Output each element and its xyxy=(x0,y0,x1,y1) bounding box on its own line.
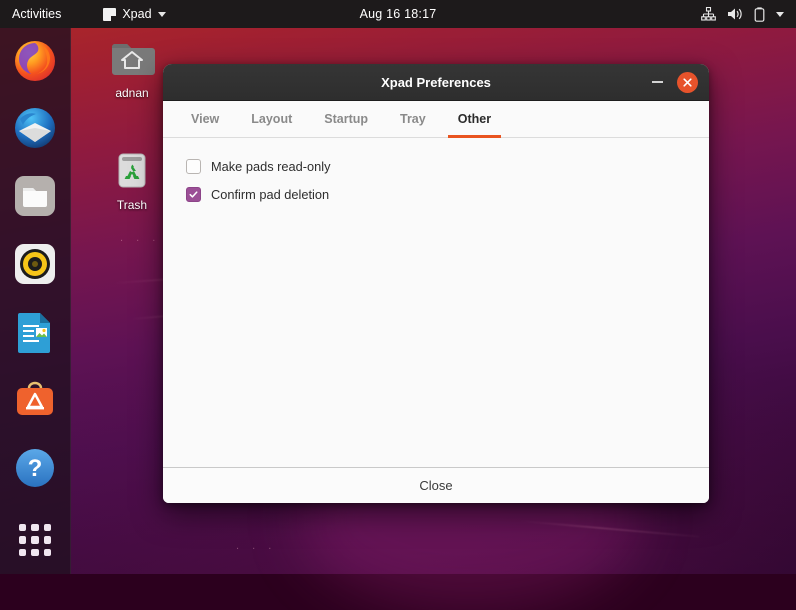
tab-panel-other: Make pads read-only Confirm pad deletion xyxy=(163,138,709,467)
app-menu-label: Xpad xyxy=(122,7,152,21)
folder-home-icon xyxy=(92,34,172,82)
app-menu-xpad[interactable]: Xpad xyxy=(95,0,173,28)
option-label: Confirm pad deletion xyxy=(211,186,330,202)
desktop-icon-trash[interactable]: Trash xyxy=(92,146,172,212)
xpad-preferences-dialog: Xpad Preferences View Layout Startup Tra… xyxy=(163,64,709,503)
ubuntu-software-icon xyxy=(17,381,53,415)
tab-view[interactable]: View xyxy=(175,101,235,137)
option-confirm-pad-deletion[interactable]: Confirm pad deletion xyxy=(186,182,709,206)
svg-text:?: ? xyxy=(28,455,43,482)
tab-label: Other xyxy=(457,112,492,126)
volume-icon xyxy=(727,7,743,21)
grid-dot xyxy=(43,536,51,544)
option-make-pads-read-only[interactable]: Make pads read-only xyxy=(186,154,709,178)
grid-dot xyxy=(43,524,51,532)
tab-label: View xyxy=(191,112,220,126)
checkbox-make-pads-read-only[interactable] xyxy=(186,158,201,174)
desktop-icon-label: adnan xyxy=(115,86,149,100)
dialog-titlebar[interactable]: Xpad Preferences xyxy=(163,64,709,101)
tab-tray[interactable]: Tray xyxy=(384,101,442,137)
dialog-title: Xpad Preferences xyxy=(381,74,491,90)
tab-other[interactable]: Other xyxy=(442,101,507,138)
tab-startup[interactable]: Startup xyxy=(308,101,384,137)
grid-dot xyxy=(19,548,27,556)
tab-label: Layout xyxy=(251,112,293,126)
activities-label: Activities xyxy=(12,7,62,21)
firefox-icon xyxy=(15,41,55,81)
dock-item-help[interactable]: ? xyxy=(11,444,59,492)
grid-dot xyxy=(19,524,27,532)
help-icon: ? xyxy=(16,449,54,487)
minimize-icon xyxy=(651,81,663,83)
close-icon xyxy=(683,77,692,87)
dock-item-libreoffice-writer[interactable] xyxy=(11,308,59,356)
battery-icon xyxy=(754,6,765,22)
xpad-app-icon xyxy=(103,7,118,22)
desktop-icon-label: Trash xyxy=(116,198,148,212)
ubuntu-dock: ? xyxy=(0,28,71,574)
trash-icon xyxy=(92,146,172,194)
preferences-tabs: View Layout Startup Tray Other xyxy=(163,101,709,138)
dialog-footer: Close xyxy=(163,467,709,503)
desktop-icon-home-folder[interactable]: adnan xyxy=(92,34,172,100)
dock-item-files[interactable] xyxy=(11,172,59,220)
dock-item-rhythmbox[interactable] xyxy=(11,240,59,288)
grid-dot xyxy=(31,524,39,532)
chevron-down-icon xyxy=(157,11,166,17)
grid-dot xyxy=(31,536,39,544)
status-menu[interactable] xyxy=(701,6,796,22)
top-bar: Activities Xpad Aug 16 18:17 xyxy=(0,0,796,28)
activities-button[interactable]: Activities xyxy=(0,0,73,28)
tab-label: Tray xyxy=(400,112,426,126)
tab-layout[interactable]: Layout xyxy=(235,101,308,137)
option-label: Make pads read-only xyxy=(211,158,331,174)
close-window-button[interactable] xyxy=(677,71,698,93)
wallpaper-dots: . . . xyxy=(236,540,277,552)
tab-label: Startup xyxy=(324,112,368,126)
files-icon xyxy=(15,176,55,216)
dock-item-firefox[interactable] xyxy=(11,36,59,84)
network-wired-icon xyxy=(701,7,716,21)
dock-item-ubuntu-software[interactable] xyxy=(11,376,59,424)
check-icon xyxy=(189,190,198,198)
grid-dot xyxy=(43,548,51,556)
close-button[interactable]: Close xyxy=(163,468,709,503)
minimize-button[interactable] xyxy=(646,71,668,93)
rhythmbox-icon xyxy=(15,244,55,284)
show-applications-button[interactable] xyxy=(15,520,55,560)
dock-item-thunderbird[interactable] xyxy=(11,104,59,152)
checkbox-confirm-pad-deletion[interactable] xyxy=(186,186,201,202)
chevron-down-icon xyxy=(776,11,784,17)
window-controls xyxy=(646,71,709,93)
grid-dot xyxy=(19,536,27,544)
thunderbird-icon xyxy=(15,108,55,148)
libreoffice-writer-icon xyxy=(18,313,50,353)
grid-dot xyxy=(31,548,39,556)
